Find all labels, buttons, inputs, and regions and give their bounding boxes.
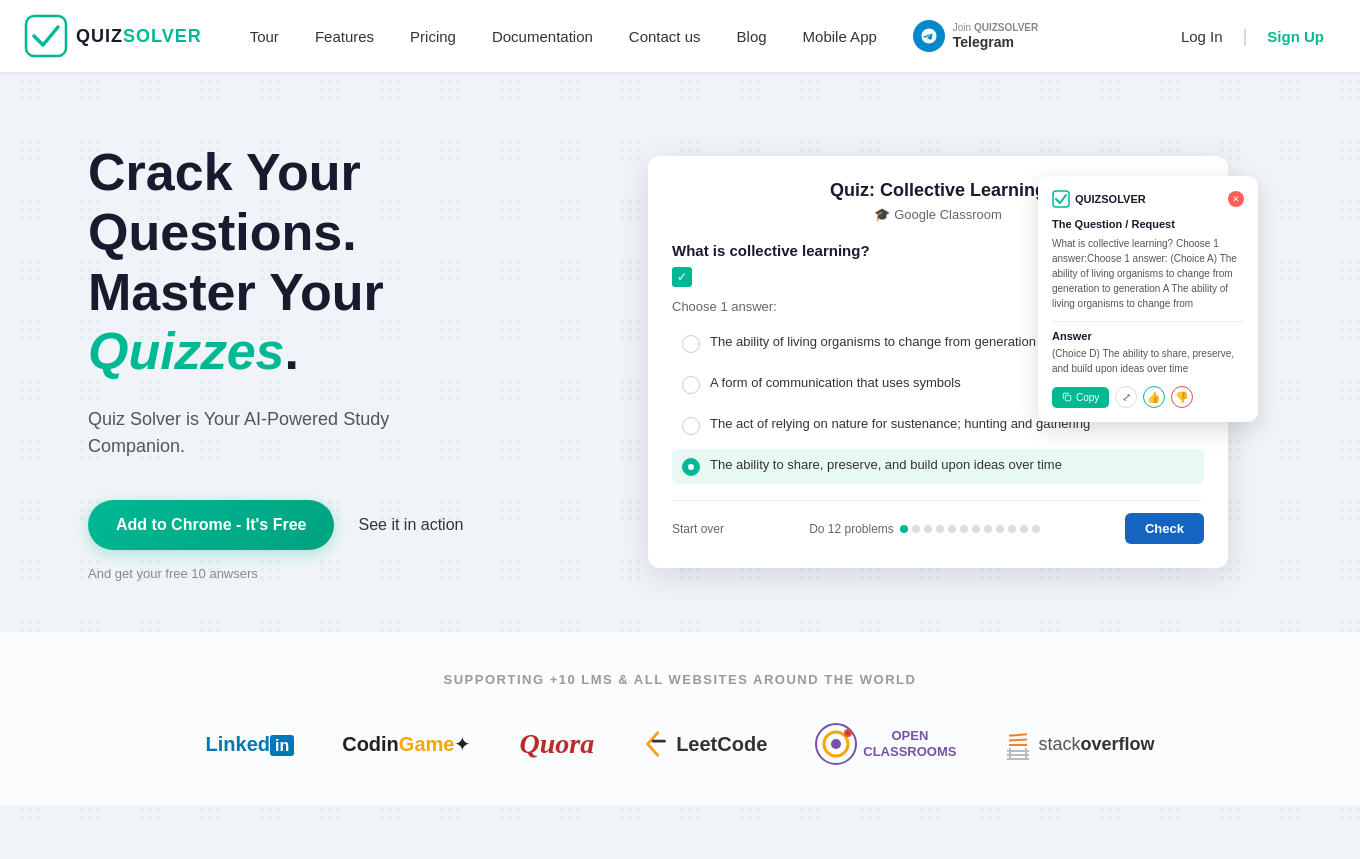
hero-title: Crack Your Questions. Master Your Quizze… xyxy=(88,143,608,382)
dot-6 xyxy=(960,525,968,533)
nav-auth: Log In | Sign Up xyxy=(1169,20,1336,53)
copy-icon xyxy=(1062,392,1072,402)
expand-button[interactable]: ⤢ xyxy=(1115,386,1137,408)
openclassrooms-icon xyxy=(815,723,857,765)
nav-logo[interactable]: QUIZSOLVER xyxy=(24,14,202,58)
nav-link-tour[interactable]: Tour xyxy=(234,20,295,53)
overlay-logo-icon xyxy=(1052,190,1070,208)
overlay-header: QUIZSOLVER ✕ xyxy=(1052,190,1244,208)
brand-quora: Quora xyxy=(519,728,594,760)
quiz-source-icon: 🎓 xyxy=(874,207,890,222)
start-over-label[interactable]: Start over xyxy=(672,522,724,536)
overlay-question-text: What is collective learning? Choose 1 an… xyxy=(1052,236,1244,311)
option-text-d: The ability to share, preserve, and buil… xyxy=(710,457,1062,472)
dot-1 xyxy=(900,525,908,533)
dot-3 xyxy=(924,525,932,533)
dot-11 xyxy=(1020,525,1028,533)
navbar: QUIZSOLVER Tour Features Pricing Documen… xyxy=(0,0,1360,72)
brand-codingame: CodinGame✦ xyxy=(342,732,471,756)
dot-row xyxy=(900,525,1040,533)
dot-4 xyxy=(936,525,944,533)
option-text-b: A form of communication that uses symbol… xyxy=(710,375,961,390)
svg-rect-15 xyxy=(1009,744,1027,746)
quiz-problems: Do 12 problems xyxy=(809,522,1040,536)
logo-text: QUIZSOLVER xyxy=(76,26,202,47)
logos-row: Linkedin CodinGame✦ Quora LeetCode xyxy=(48,723,1312,765)
svg-rect-0 xyxy=(26,16,66,56)
brand-leetcode: LeetCode xyxy=(642,730,767,758)
like-button[interactable]: 👍 xyxy=(1143,386,1165,408)
svg-rect-13 xyxy=(1009,733,1027,737)
nav-link-features[interactable]: Features xyxy=(299,20,390,53)
hero-note: And get your free 10 anwsers xyxy=(88,566,608,581)
check-button[interactable]: Check xyxy=(1125,513,1204,544)
telegram-icon xyxy=(913,20,945,52)
quiz-footer: Start over Do 12 problems xyxy=(672,500,1204,544)
dot-5 xyxy=(948,525,956,533)
brand-openclassrooms: OPENCLASSROOMS xyxy=(815,723,956,765)
hero-left: Crack Your Questions. Master Your Quizze… xyxy=(88,143,608,581)
add-to-chrome-button[interactable]: Add to Chrome - It's Free xyxy=(88,500,334,550)
nav-link-contact[interactable]: Contact us xyxy=(613,20,717,53)
overlay-question-label: The Question / Request xyxy=(1052,218,1244,230)
svg-point-7 xyxy=(846,731,850,735)
copy-button[interactable]: Copy xyxy=(1052,387,1109,408)
hero-section: Crack Your Questions. Master Your Quizze… xyxy=(40,72,1320,632)
hero-subtitle: Quiz Solver is Your AI-Powered Study Com… xyxy=(88,406,608,460)
dot-12 xyxy=(1032,525,1040,533)
dislike-button[interactable]: 👎 xyxy=(1171,386,1193,408)
supporting-section: SUPPORTING +10 LMS & ALL WEBSITES AROUND… xyxy=(0,632,1360,805)
svg-rect-2 xyxy=(1065,395,1070,400)
brand-linkedin: Linkedin xyxy=(206,733,295,756)
dot-9 xyxy=(996,525,1004,533)
overlay-logo: QUIZSOLVER xyxy=(1052,190,1146,208)
overlay-actions: Copy ⤢ 👍 👎 xyxy=(1052,386,1244,408)
quiz-option-d[interactable]: The ability to share, preserve, and buil… xyxy=(672,449,1204,484)
overlay-divider xyxy=(1052,321,1244,322)
option-circle-a xyxy=(682,335,700,353)
signup-link[interactable]: Sign Up xyxy=(1255,20,1336,53)
overlay-close-button[interactable]: ✕ xyxy=(1228,191,1244,207)
login-link[interactable]: Log In xyxy=(1169,20,1235,53)
svg-rect-14 xyxy=(1009,739,1027,742)
see-in-action-link[interactable]: See it in action xyxy=(358,516,463,534)
telegram-label: Join QUIZSOLVER Telegram xyxy=(953,23,1038,50)
hero-buttons: Add to Chrome - It's Free See it in acti… xyxy=(88,500,608,550)
dot-7 xyxy=(972,525,980,533)
supporting-title: SUPPORTING +10 LMS & ALL WEBSITES AROUND… xyxy=(48,672,1312,687)
overlay-answer-label: Answer xyxy=(1052,330,1244,342)
option-circle-c xyxy=(682,417,700,435)
option-circle-b xyxy=(682,376,700,394)
option-text-c: The act of relying on nature for sustena… xyxy=(710,416,1090,431)
overlay-answer-text: (Choice D) The ability to share, preserv… xyxy=(1052,346,1244,376)
svg-rect-11 xyxy=(1009,748,1011,760)
nav-link-blog[interactable]: Blog xyxy=(721,20,783,53)
logo-icon xyxy=(24,14,68,58)
svg-rect-12 xyxy=(1025,748,1027,760)
nav-link-pricing[interactable]: Pricing xyxy=(394,20,472,53)
dot-10 xyxy=(1008,525,1016,533)
nav-links: Tour Features Pricing Documentation Cont… xyxy=(234,12,1169,60)
brand-stackoverflow: stackoverflow xyxy=(1004,728,1154,760)
nav-telegram-link[interactable]: Join QUIZSOLVER Telegram xyxy=(897,12,1054,60)
nav-link-documentation[interactable]: Documentation xyxy=(476,20,609,53)
dot-2 xyxy=(912,525,920,533)
svg-point-5 xyxy=(831,739,841,749)
option-circle-d xyxy=(682,458,700,476)
dot-8 xyxy=(984,525,992,533)
nav-auth-divider: | xyxy=(1243,26,1248,47)
nav-link-mobile[interactable]: Mobile App xyxy=(787,20,893,53)
quiz-overlay-panel: QUIZSOLVER ✕ The Question / Request What… xyxy=(1038,176,1258,422)
leetcode-icon xyxy=(642,730,670,758)
check-icon: ✓ xyxy=(672,267,692,287)
stackoverflow-icon xyxy=(1004,728,1032,760)
hero-right: Quiz: Collective Learning 🎓 Google Class… xyxy=(648,156,1228,568)
